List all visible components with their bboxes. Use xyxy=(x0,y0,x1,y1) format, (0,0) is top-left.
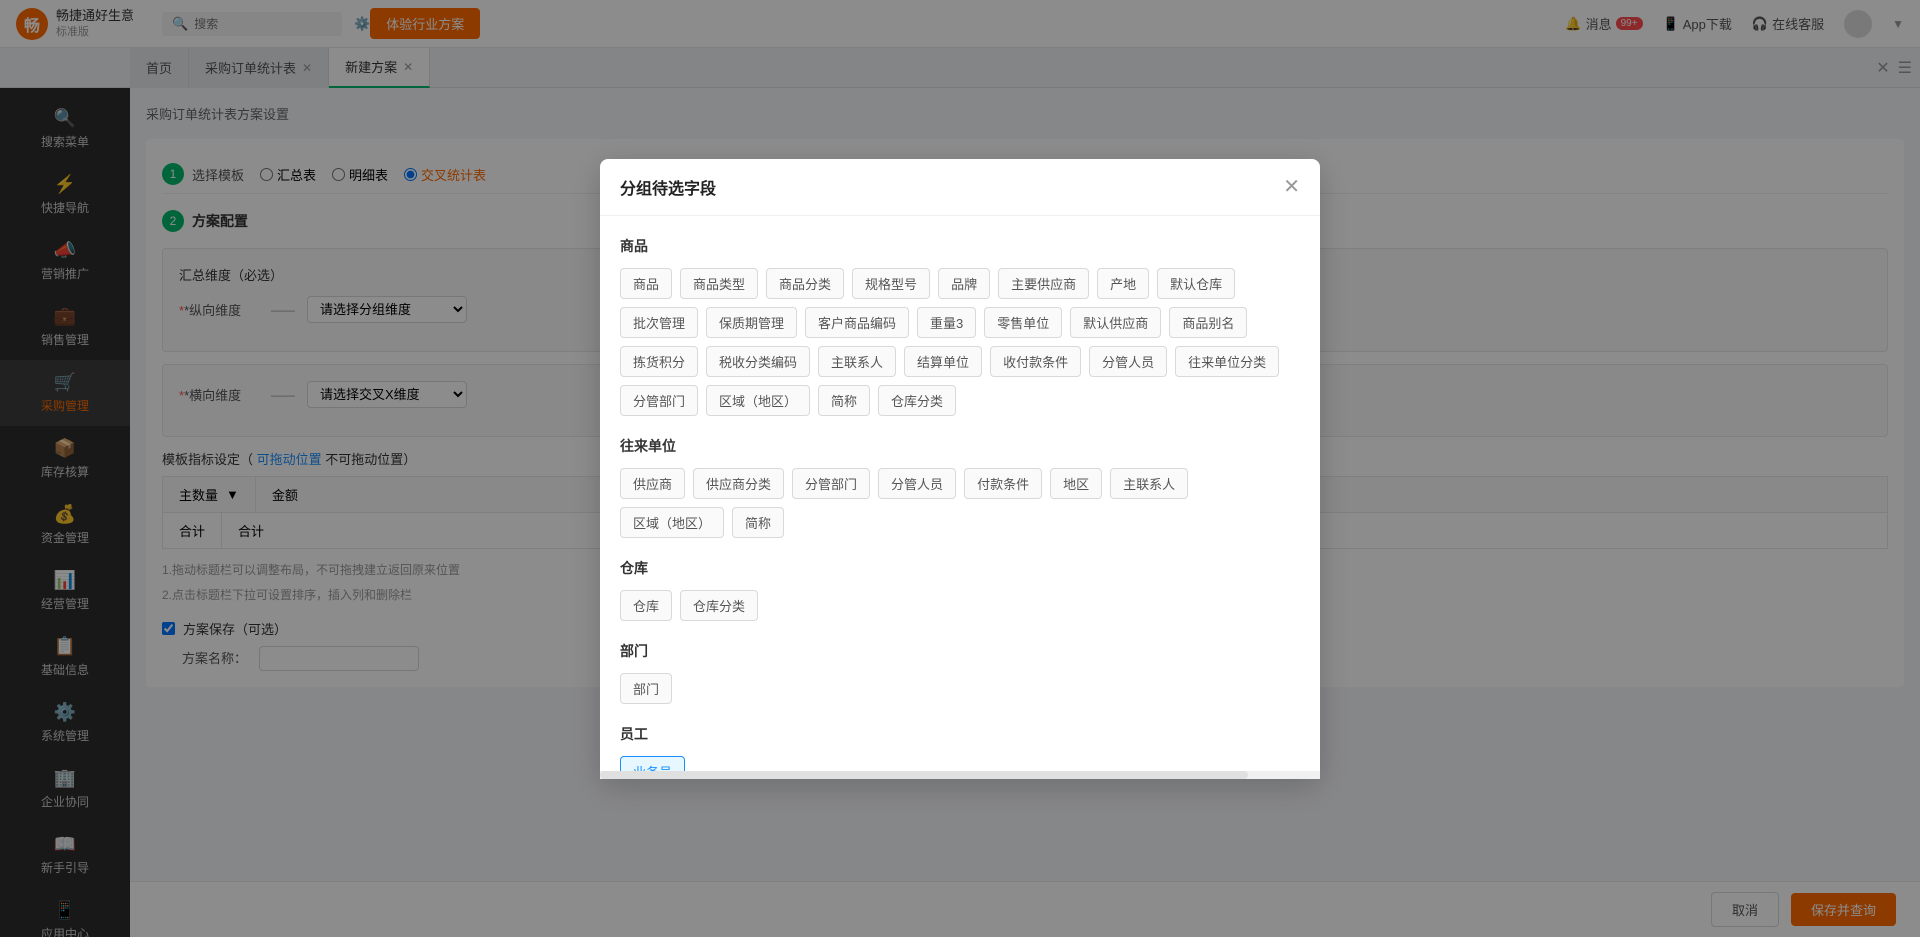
field-tax-code[interactable]: 税收分类编码 xyxy=(706,346,810,377)
field-partner-contact[interactable]: 主联系人 xyxy=(1110,468,1188,499)
field-partner-short-name[interactable]: 简称 xyxy=(732,507,784,538)
employee-field-grid: 业务员 xyxy=(620,756,1300,771)
field-product[interactable]: 商品 xyxy=(620,268,672,299)
field-supplier-category[interactable]: 供应商分类 xyxy=(693,468,784,499)
product-field-grid: 商品 商品类型 商品分类 规格型号 品牌 主要供应商 产地 默认仓库 批次管理 … xyxy=(620,268,1300,416)
modal-horizontal-scrollbar[interactable] xyxy=(600,771,1320,779)
field-region[interactable]: 区域（地区） xyxy=(706,385,810,416)
section-warehouse-title: 仓库 xyxy=(620,558,1300,578)
modal-body: 商品 商品 商品类型 商品分类 规格型号 品牌 主要供应商 产地 默认仓库 批次… xyxy=(600,216,1320,771)
modal-close-button[interactable]: ✕ xyxy=(1283,177,1300,197)
modal-header: 分组待选字段 ✕ xyxy=(600,159,1320,216)
field-product-category[interactable]: 商品分类 xyxy=(766,268,844,299)
field-dept[interactable]: 分管部门 xyxy=(620,385,698,416)
section-dept-title: 部门 xyxy=(620,641,1300,661)
section-partner: 往来单位 供应商 供应商分类 分管部门 分管人员 付款条件 地区 主联系人 区域… xyxy=(620,436,1300,538)
field-responsible-person[interactable]: 分管人员 xyxy=(1089,346,1167,377)
modal-overlay[interactable]: 分组待选字段 ✕ 商品 商品 商品类型 商品分类 规格型号 品牌 主要供应商 产… xyxy=(0,0,1920,937)
section-product: 商品 商品 商品类型 商品分类 规格型号 品牌 主要供应商 产地 默认仓库 批次… xyxy=(620,236,1300,416)
warehouse-field-grid: 仓库 仓库分类 xyxy=(620,590,1300,621)
field-customer-sku[interactable]: 客户商品编码 xyxy=(805,307,909,338)
modal-dialog: 分组待选字段 ✕ 商品 商品 商品类型 商品分类 规格型号 品牌 主要供应商 产… xyxy=(600,159,1320,779)
field-batch-mgmt[interactable]: 批次管理 xyxy=(620,307,698,338)
field-brand[interactable]: 品牌 xyxy=(938,268,990,299)
field-pick-score[interactable]: 拣货积分 xyxy=(620,346,698,377)
field-warehouse[interactable]: 仓库 xyxy=(620,590,672,621)
section-product-title: 商品 xyxy=(620,236,1300,256)
field-weight[interactable]: 重量3 xyxy=(917,307,976,338)
field-settlement-unit[interactable]: 结算单位 xyxy=(904,346,982,377)
field-default-supplier[interactable]: 默认供应商 xyxy=(1070,307,1161,338)
field-partner-region[interactable]: 区域（地区） xyxy=(620,507,724,538)
modal-title: 分组待选字段 xyxy=(620,175,716,199)
field-partner-person[interactable]: 分管人员 xyxy=(878,468,956,499)
section-partner-title: 往来单位 xyxy=(620,436,1300,456)
field-main-contact[interactable]: 主联系人 xyxy=(818,346,896,377)
section-warehouse: 仓库 仓库 仓库分类 xyxy=(620,558,1300,621)
field-default-warehouse[interactable]: 默认仓库 xyxy=(1157,268,1235,299)
field-short-name[interactable]: 简称 xyxy=(818,385,870,416)
field-supplier[interactable]: 供应商 xyxy=(620,468,685,499)
dept-field-grid: 部门 xyxy=(620,673,1300,704)
partner-field-grid: 供应商 供应商分类 分管部门 分管人员 付款条件 地区 主联系人 区域（地区） … xyxy=(620,468,1300,538)
field-retail-unit[interactable]: 零售单位 xyxy=(984,307,1062,338)
field-origin[interactable]: 产地 xyxy=(1097,268,1149,299)
field-shelf-life[interactable]: 保质期管理 xyxy=(706,307,797,338)
field-department[interactable]: 部门 xyxy=(620,673,672,704)
field-product-type[interactable]: 商品类型 xyxy=(680,268,758,299)
section-employee-title: 员工 xyxy=(620,724,1300,744)
field-partner-dept[interactable]: 分管部门 xyxy=(792,468,870,499)
field-payment-terms[interactable]: 收付款条件 xyxy=(990,346,1081,377)
field-alias[interactable]: 商品别名 xyxy=(1169,307,1247,338)
section-dept: 部门 部门 xyxy=(620,641,1300,704)
field-payment-condition[interactable]: 付款条件 xyxy=(964,468,1042,499)
field-spec-model[interactable]: 规格型号 xyxy=(852,268,930,299)
field-wh-category[interactable]: 仓库分类 xyxy=(680,590,758,621)
field-main-supplier[interactable]: 主要供应商 xyxy=(998,268,1089,299)
section-employee: 员工 业务员 xyxy=(620,724,1300,771)
field-warehouse-category[interactable]: 仓库分类 xyxy=(878,385,956,416)
field-area[interactable]: 地区 xyxy=(1050,468,1102,499)
field-partner-category[interactable]: 往来单位分类 xyxy=(1175,346,1279,377)
field-salesperson[interactable]: 业务员 xyxy=(620,756,685,771)
